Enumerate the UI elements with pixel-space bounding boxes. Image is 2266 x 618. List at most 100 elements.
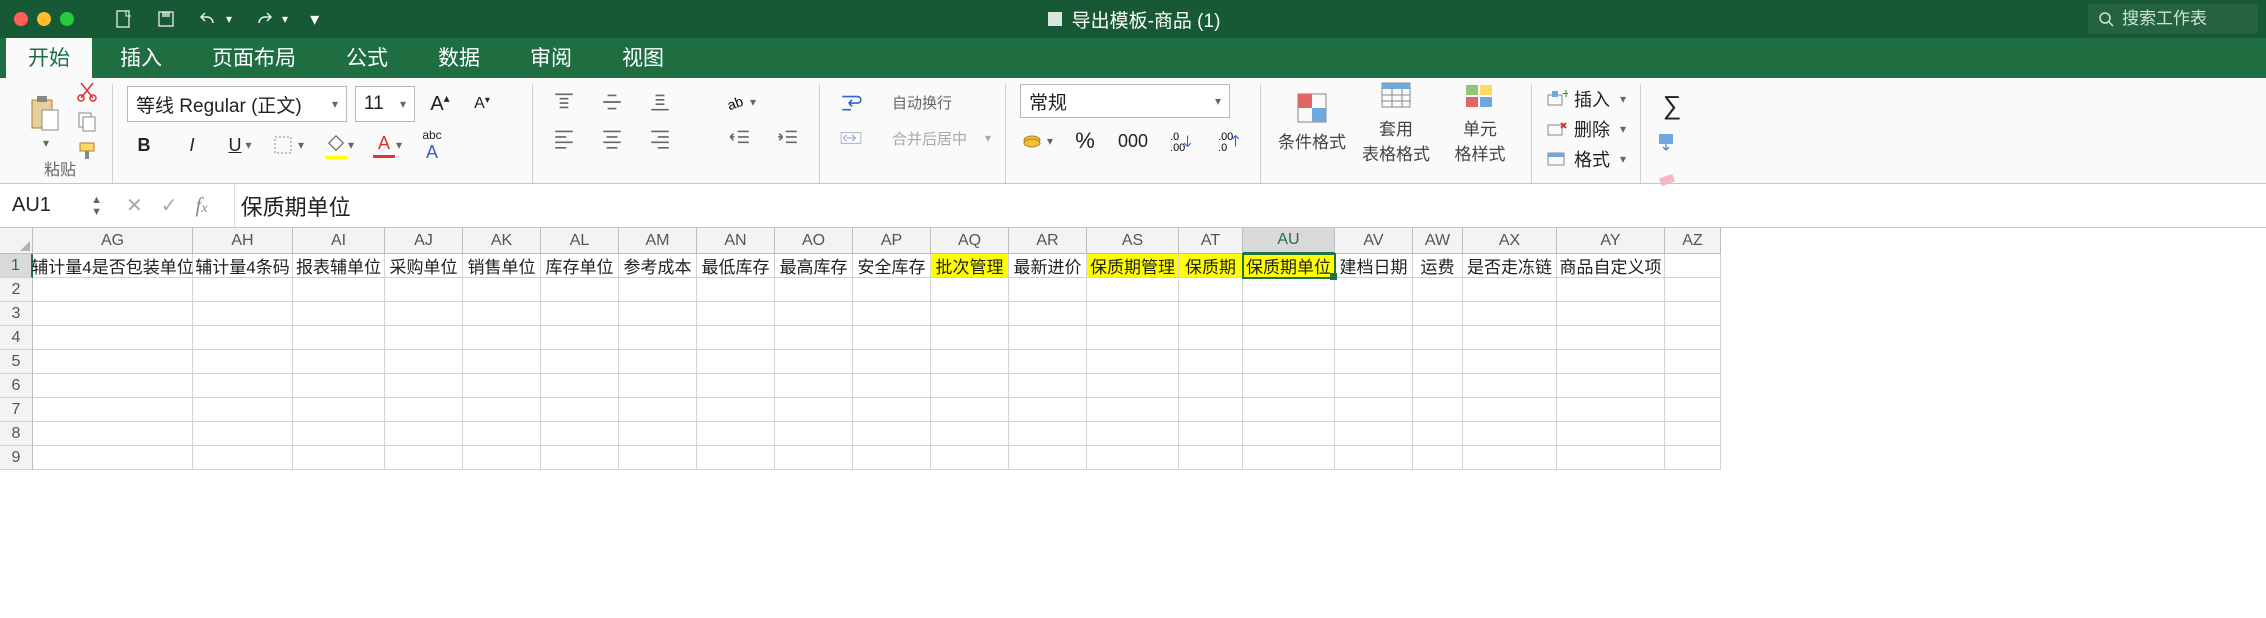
cell-AO2[interactable] bbox=[775, 278, 853, 302]
cell-AM7[interactable] bbox=[619, 398, 697, 422]
cell-AW9[interactable] bbox=[1413, 446, 1463, 470]
cell-AN9[interactable] bbox=[697, 446, 775, 470]
cell-AX1[interactable]: 是否走冻链 bbox=[1463, 254, 1557, 278]
cell-AT1[interactable]: 保质期 bbox=[1179, 254, 1243, 278]
underline-button[interactable]: U▾ bbox=[223, 128, 257, 162]
enter-formula-icon[interactable]: ✓ bbox=[161, 193, 178, 218]
cell-AR5[interactable] bbox=[1009, 350, 1087, 374]
cell-AP8[interactable] bbox=[853, 422, 931, 446]
cell-AK9[interactable] bbox=[463, 446, 541, 470]
cell-AR4[interactable] bbox=[1009, 326, 1087, 350]
cell-AK4[interactable] bbox=[463, 326, 541, 350]
cell-AZ4[interactable] bbox=[1665, 326, 1721, 350]
increase-font-icon[interactable]: A▴ bbox=[423, 87, 457, 121]
cell-AT3[interactable] bbox=[1179, 302, 1243, 326]
cell-AS6[interactable] bbox=[1087, 374, 1179, 398]
cell-AI3[interactable] bbox=[293, 302, 385, 326]
column-header-AT[interactable]: AT bbox=[1179, 228, 1243, 254]
search-box[interactable] bbox=[2088, 4, 2258, 34]
cell-AS9[interactable] bbox=[1087, 446, 1179, 470]
cell-AS1[interactable]: 保质期管理 bbox=[1087, 254, 1179, 278]
decrease-indent-icon[interactable] bbox=[723, 121, 757, 155]
cell-AH6[interactable] bbox=[193, 374, 293, 398]
cell-AT2[interactable] bbox=[1179, 278, 1243, 302]
cell-AO1[interactable]: 最高库存 bbox=[775, 254, 853, 278]
cell-AW8[interactable] bbox=[1413, 422, 1463, 446]
cell-AO5[interactable] bbox=[775, 350, 853, 374]
cell-AN4[interactable] bbox=[697, 326, 775, 350]
align-center-icon[interactable] bbox=[595, 121, 629, 155]
cell-AS5[interactable] bbox=[1087, 350, 1179, 374]
row-header-1[interactable]: 1 bbox=[0, 254, 33, 278]
column-header-AK[interactable]: AK bbox=[463, 228, 541, 254]
cell-AY2[interactable] bbox=[1557, 278, 1665, 302]
cell-AO9[interactable] bbox=[775, 446, 853, 470]
row-header-3[interactable]: 3 bbox=[0, 302, 33, 326]
cell-AJ6[interactable] bbox=[385, 374, 463, 398]
new-file-icon[interactable] bbox=[114, 9, 134, 29]
cell-AN1[interactable]: 最低库存 bbox=[697, 254, 775, 278]
cell-AZ3[interactable] bbox=[1665, 302, 1721, 326]
format-cells-button[interactable]: 格式▾ bbox=[1546, 146, 1626, 172]
cell-AQ1[interactable]: 批次管理 bbox=[931, 254, 1009, 278]
cell-AH1[interactable]: 辅计量4条码 bbox=[193, 254, 293, 278]
formula-input[interactable]: 保质期单位 bbox=[234, 184, 2266, 227]
cell-AN7[interactable] bbox=[697, 398, 775, 422]
column-header-AH[interactable]: AH bbox=[193, 228, 293, 254]
align-top-icon[interactable] bbox=[547, 85, 581, 119]
undo-button[interactable]: ▾ bbox=[198, 9, 232, 29]
cell-AM1[interactable]: 参考成本 bbox=[619, 254, 697, 278]
cell-AR3[interactable] bbox=[1009, 302, 1087, 326]
cell-AW4[interactable] bbox=[1413, 326, 1463, 350]
wrap-text-button[interactable] bbox=[834, 85, 868, 119]
cell-AT4[interactable] bbox=[1179, 326, 1243, 350]
cell-AR1[interactable]: 最新进价 bbox=[1009, 254, 1087, 278]
column-header-AU[interactable]: AU bbox=[1243, 228, 1335, 254]
cell-AG8[interactable] bbox=[33, 422, 193, 446]
font-size-select[interactable]: 11 ▾ bbox=[355, 86, 415, 122]
cell-AU2[interactable] bbox=[1243, 278, 1335, 302]
decrease-font-icon[interactable]: A▾ bbox=[465, 87, 499, 121]
fill-down-icon[interactable] bbox=[1655, 130, 1681, 156]
cell-AR7[interactable] bbox=[1009, 398, 1087, 422]
cell-AT9[interactable] bbox=[1179, 446, 1243, 470]
cell-AP3[interactable] bbox=[853, 302, 931, 326]
column-header-AJ[interactable]: AJ bbox=[385, 228, 463, 254]
cell-AU3[interactable] bbox=[1243, 302, 1335, 326]
cell-AT8[interactable] bbox=[1179, 422, 1243, 446]
cell-AQ4[interactable] bbox=[931, 326, 1009, 350]
orientation-button[interactable]: ab▾ bbox=[723, 85, 757, 119]
italic-button[interactable]: I bbox=[175, 128, 209, 162]
cell-AT6[interactable] bbox=[1179, 374, 1243, 398]
cell-AN8[interactable] bbox=[697, 422, 775, 446]
cell-AY5[interactable] bbox=[1557, 350, 1665, 374]
cell-AY6[interactable] bbox=[1557, 374, 1665, 398]
fx-icon[interactable]: fx bbox=[196, 193, 208, 218]
cell-AO8[interactable] bbox=[775, 422, 853, 446]
cell-AN3[interactable] bbox=[697, 302, 775, 326]
cell-AX2[interactable] bbox=[1463, 278, 1557, 302]
cell-AI7[interactable] bbox=[293, 398, 385, 422]
cell-AG3[interactable] bbox=[33, 302, 193, 326]
cell-AL3[interactable] bbox=[541, 302, 619, 326]
cell-AZ9[interactable] bbox=[1665, 446, 1721, 470]
cell-AX6[interactable] bbox=[1463, 374, 1557, 398]
cell-AZ5[interactable] bbox=[1665, 350, 1721, 374]
column-header-AS[interactable]: AS bbox=[1087, 228, 1179, 254]
cell-AY3[interactable] bbox=[1557, 302, 1665, 326]
cell-AI5[interactable] bbox=[293, 350, 385, 374]
cell-AV8[interactable] bbox=[1335, 422, 1413, 446]
cell-AT7[interactable] bbox=[1179, 398, 1243, 422]
cell-AQ5[interactable] bbox=[931, 350, 1009, 374]
cell-AS4[interactable] bbox=[1087, 326, 1179, 350]
minimize-window-icon[interactable] bbox=[37, 12, 51, 26]
format-as-table-button[interactable]: 套用 表格格式 bbox=[1359, 77, 1433, 165]
increase-decimal-icon[interactable]: .0.00 bbox=[1164, 124, 1198, 158]
cell-AO3[interactable] bbox=[775, 302, 853, 326]
row-header-4[interactable]: 4 bbox=[0, 326, 33, 350]
cut-icon[interactable] bbox=[76, 80, 98, 102]
tab-view[interactable]: 视图 bbox=[600, 36, 686, 78]
cell-AK3[interactable] bbox=[463, 302, 541, 326]
align-bottom-icon[interactable] bbox=[643, 85, 677, 119]
cell-AQ6[interactable] bbox=[931, 374, 1009, 398]
